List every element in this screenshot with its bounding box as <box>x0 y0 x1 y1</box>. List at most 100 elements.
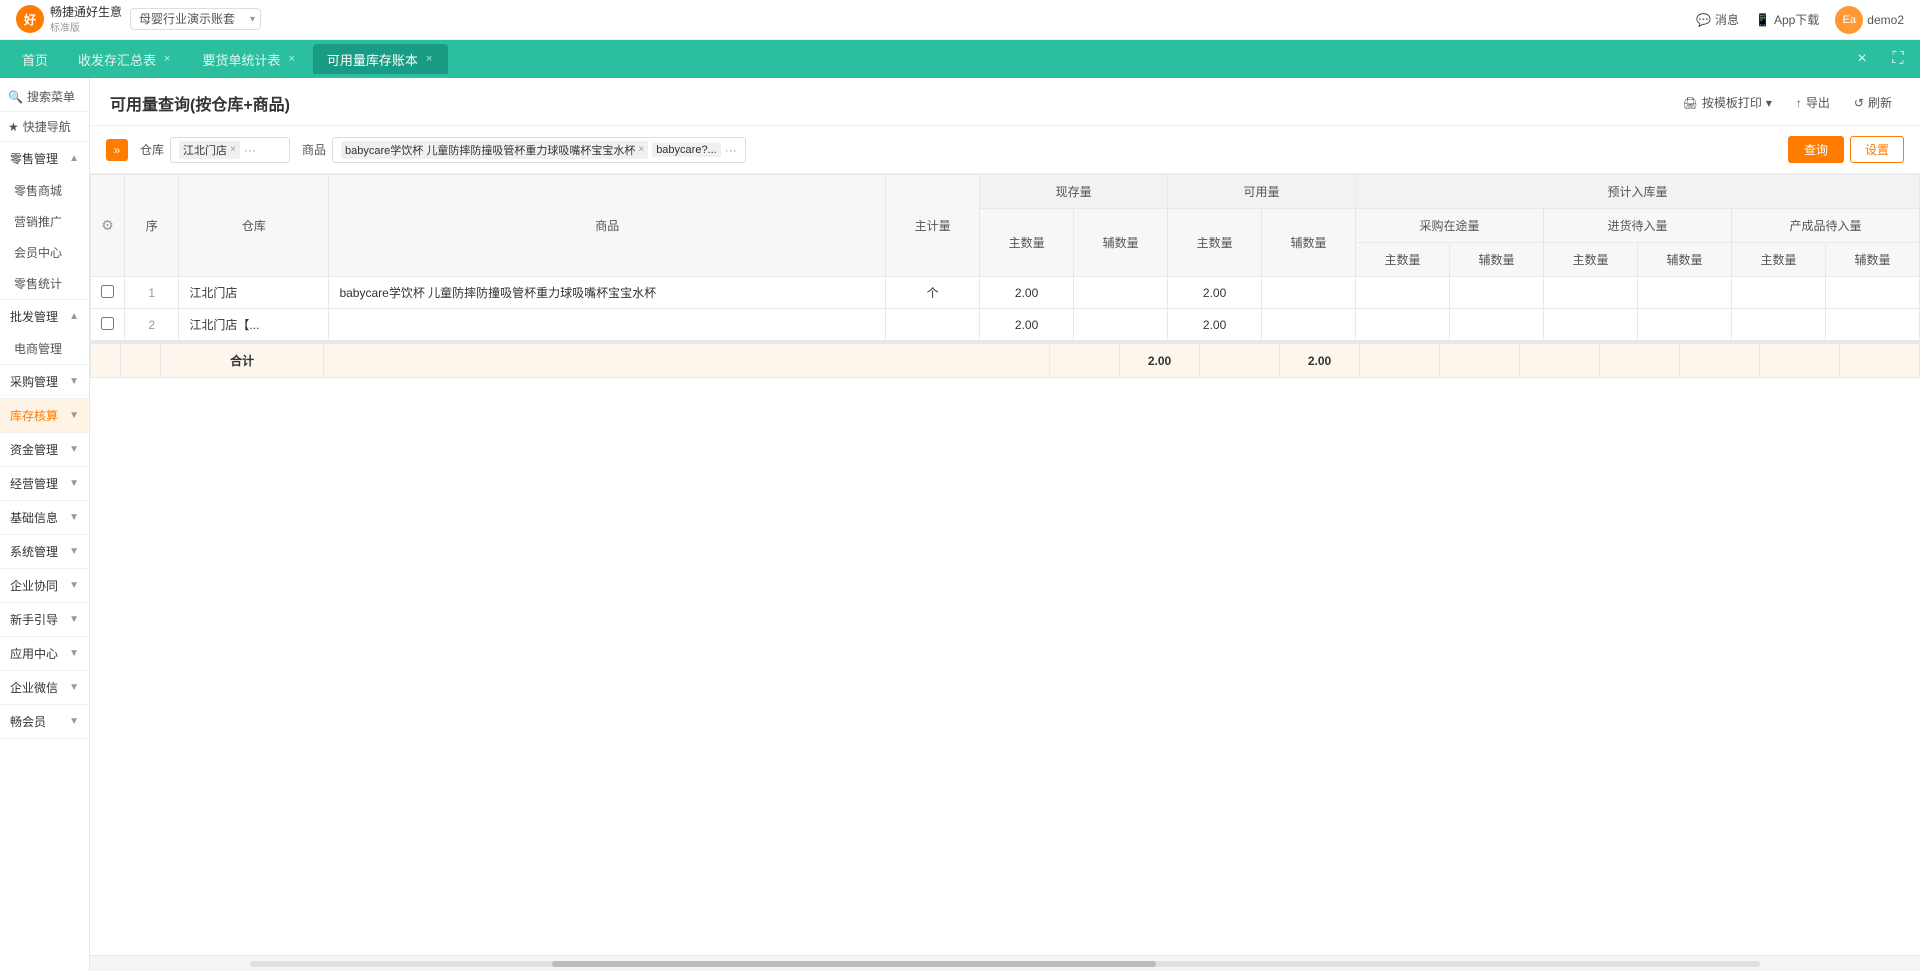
cell-stock-main: 2.00 <box>980 309 1074 341</box>
sidebar-section-system: 系统管理 ▼ <box>0 535 89 569</box>
warehouse-tag-close[interactable]: × <box>230 144 236 155</box>
tab-home-label: 首页 <box>22 50 48 69</box>
sidebar-newguide-header[interactable]: 新手引导 ▼ <box>0 603 89 636</box>
top-bar: 好 畅捷通好生意 标准版 母婴行业演示账套 💬 消息 📱 App下载 Ea de… <box>0 0 1920 40</box>
table-footer-row: 合计 2.00 2.00 <box>90 341 1920 378</box>
th-stock-aux: 辅数量 <box>1074 209 1168 277</box>
cell-no: 1 <box>125 277 179 309</box>
tab-order-stats[interactable]: 要货单统计表 × <box>188 44 310 74</box>
sidebar-search[interactable]: 🔍 搜索菜单 <box>0 78 89 112</box>
tenant-selector-wrapper[interactable]: 母婴行业演示账套 <box>130 8 261 30</box>
product-filter-more[interactable]: ··· <box>725 143 737 157</box>
tenant-select[interactable]: 母婴行业演示账套 <box>130 8 261 30</box>
sidebar-item-ecommerce[interactable]: 电商管理 <box>0 333 89 364</box>
product-tag-close[interactable]: × <box>638 144 644 155</box>
sidebar-inventory-header[interactable]: 库存核算 ▼ <box>0 399 89 432</box>
system-arrow-icon: ▼ <box>69 546 79 557</box>
nav-user[interactable]: Ea demo2 <box>1835 6 1904 34</box>
th-pur-transit-aux: 辅数量 <box>1450 243 1544 277</box>
sidebar-item-retail-stats[interactable]: 零售统计 <box>0 268 89 299</box>
cell-checkbox[interactable] <box>91 309 125 341</box>
cell-pur-pend-main <box>1544 277 1638 309</box>
warehouse-filter-more[interactable]: ··· <box>244 143 256 157</box>
filter-product-group: 商品 babycare学饮杯 儿童防摔防撞吸管杯重力球吸嘴杯宝宝水杯 × bab… <box>302 137 746 163</box>
warehouse-filter-label: 仓库 <box>140 141 164 158</box>
sidebar-newguide-label: 新手引导 <box>10 611 58 628</box>
warehouse-tag-value: 江北门店 <box>183 142 227 158</box>
cell-avail-aux <box>1262 309 1356 341</box>
sidebar-finance-header[interactable]: 资金管理 ▼ <box>0 433 89 466</box>
sidebar-operation-header[interactable]: 经营管理 ▼ <box>0 467 89 500</box>
sidebar-purchase-header[interactable]: 采购管理 ▼ <box>0 365 89 398</box>
cell-warehouse: 江北门店【... <box>179 309 329 341</box>
tab-home[interactable]: 首页 <box>8 44 62 74</box>
sidebar-wechat-label: 企业微信 <box>10 679 58 696</box>
tab-available-stock-close[interactable]: × <box>424 52 434 66</box>
sidebar-basic-header[interactable]: 基础信息 ▼ <box>0 501 89 534</box>
filter-warehouse-group: 仓库 江北门店 × ··· <box>140 137 290 163</box>
top-bar-left: 好 畅捷通好生意 标准版 母婴行业演示账套 <box>16 5 261 34</box>
tab-fullscreen[interactable]: ⛶ <box>1884 45 1912 73</box>
cell-checkbox[interactable] <box>91 277 125 309</box>
sidebar-item-retail-mall[interactable]: 零售商城 <box>0 175 89 206</box>
newguide-arrow-icon: ▼ <box>69 614 79 625</box>
th-pur-transit: 采购在途量 <box>1356 209 1544 243</box>
product-filter-tag2: babycare?... <box>652 143 721 157</box>
tab-receive-summary[interactable]: 收发存汇总表 × <box>64 44 186 74</box>
top-bar-right: 💬 消息 📱 App下载 Ea demo2 <box>1696 6 1904 34</box>
cell-prod-pend-aux <box>1825 277 1919 309</box>
th-prod-pend-main: 主数量 <box>1731 243 1825 277</box>
sidebar-finance-label: 资金管理 <box>10 441 58 458</box>
sidebar-member-label: 畅会员 <box>10 713 46 730</box>
sidebar-quick-nav[interactable]: ★ 快捷导航 <box>0 112 89 142</box>
refresh-btn[interactable]: ↺ 刷新 <box>1846 90 1900 115</box>
warehouse-filter-input[interactable]: 江北门店 × ··· <box>170 137 290 163</box>
sidebar-wechat-header[interactable]: 企业微信 ▼ <box>0 671 89 704</box>
nav-message[interactable]: 💬 消息 <box>1696 11 1739 28</box>
cell-avail-main: 2.00 <box>1168 309 1262 341</box>
tab-order-stats-close[interactable]: × <box>286 52 296 66</box>
purchase-arrow-icon: ▼ <box>69 376 79 387</box>
sidebar-retail-header[interactable]: 零售管理 ▲ <box>0 142 89 175</box>
print-btn[interactable]: 🖨 按模板打印 ▾ <box>1675 90 1780 115</box>
cell-product <box>329 309 886 341</box>
scrollbar-track[interactable] <box>250 961 1760 967</box>
sidebar-section-wholesale: 批发管理 ▲ 电商管理 <box>0 300 89 365</box>
cell-pur-pend-main <box>1544 309 1638 341</box>
cell-stock-aux <box>1074 277 1168 309</box>
scrollbar-thumb[interactable] <box>552 961 1156 967</box>
sidebar-system-header[interactable]: 系统管理 ▼ <box>0 535 89 568</box>
settings-btn[interactable]: 设置 <box>1850 136 1904 163</box>
sidebar-enterprise-header[interactable]: 企业协同 ▼ <box>0 569 89 602</box>
sidebar-member-header[interactable]: 畅会员 ▼ <box>0 705 89 738</box>
sidebar-wholesale-header[interactable]: 批发管理 ▲ <box>0 300 89 333</box>
sidebar-enterprise-label: 企业协同 <box>10 577 58 594</box>
tab-available-stock[interactable]: 可用量库存账本 × <box>313 44 448 74</box>
sidebar-item-marketing[interactable]: 营销推广 <box>0 206 89 237</box>
sidebar-appstore-header[interactable]: 应用中心 ▼ <box>0 637 89 670</box>
product-filter-input[interactable]: babycare学饮杯 儿童防摔防撞吸管杯重力球吸嘴杯宝宝水杯 × babyca… <box>332 137 746 163</box>
sidebar-section-operation: 经营管理 ▼ <box>0 467 89 501</box>
tab-receive-summary-close[interactable]: × <box>162 52 172 66</box>
sidebar-appstore-label: 应用中心 <box>10 645 58 662</box>
sidebar-item-member-center[interactable]: 会员中心 <box>0 237 89 268</box>
nav-app-download[interactable]: 📱 App下载 <box>1755 11 1819 28</box>
filter-bar: » 仓库 江北门店 × ··· 商品 babycare学饮杯 儿童防摔防撞吸管杯… <box>90 126 1920 174</box>
sidebar-search-label: 搜索菜单 <box>27 88 75 105</box>
th-pur-pend: 进货待入量 <box>1544 209 1732 243</box>
cell-warehouse: 江北门店 <box>179 277 329 309</box>
username-label: demo2 <box>1867 13 1904 27</box>
content-area: 可用量查询(按仓库+商品) 🖨 按模板打印 ▾ ↑ 导出 ↺ 刷新 » <box>90 78 1920 971</box>
message-label: 消息 <box>1715 11 1739 28</box>
tab-close-all[interactable]: × <box>1848 45 1876 73</box>
export-btn[interactable]: ↑ 导出 <box>1788 90 1838 115</box>
query-btn[interactable]: 查询 <box>1788 136 1844 163</box>
footer-avail-main: 2.00 <box>1280 344 1360 378</box>
gear-icon[interactable]: ⚙ <box>101 217 114 233</box>
th-gear[interactable]: ⚙ <box>91 175 125 277</box>
tab-bar-actions: × ⛶ <box>1848 45 1912 73</box>
cell-no: 2 <box>125 309 179 341</box>
message-icon: 💬 <box>1696 13 1711 27</box>
filter-expand-btn[interactable]: » <box>106 139 128 161</box>
footer-table: 合计 2.00 2.00 <box>90 343 1920 378</box>
